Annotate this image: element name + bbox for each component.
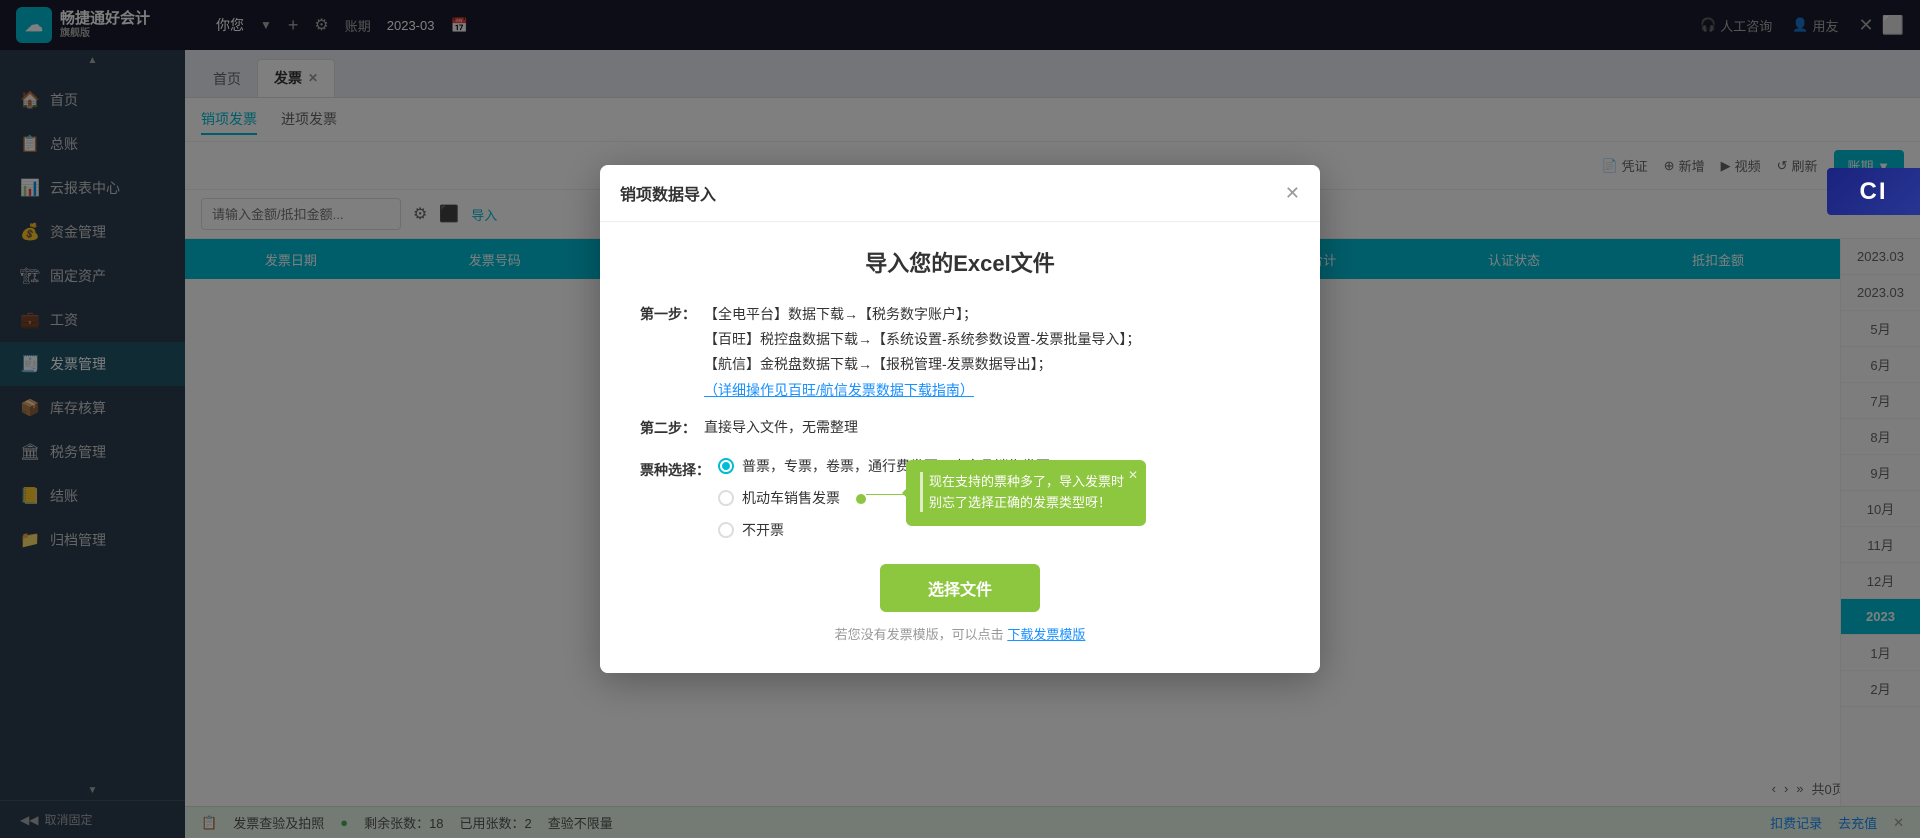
step1-label: 第一步： — [640, 302, 696, 324]
select-file-button[interactable]: 选择文件 — [880, 564, 1040, 612]
modal-title: 销项数据导入 — [620, 181, 716, 205]
step1-line1: 【全电平台】数据下载→【税务数字账户】； — [704, 302, 1140, 327]
radio-option-1[interactable]: 机动车销售发票 ✕ 现在支持的票种多了，导入发票时别忘了选择正确的发票类型呀！ — [718, 488, 1050, 508]
radio-circle-0 — [718, 458, 734, 474]
download-tip-prefix: 若您没有发票模版，可以点击 — [835, 627, 1004, 642]
step2-label: 第二步： — [640, 416, 696, 438]
modal-header: 销项数据导入 ✕ — [600, 165, 1320, 222]
radio-circle-2 — [718, 522, 734, 538]
download-template-link[interactable]: 下载发票模版 — [1007, 627, 1085, 642]
tooltip-bar-decoration — [920, 472, 923, 512]
step1-guide-link[interactable]: （详细操作见百旺/航信发票数据下载指南） — [704, 382, 974, 398]
step2-content: 直接导入文件，无需整理 — [704, 415, 858, 440]
step2-row: 第二步： 直接导入文件，无需整理 — [640, 415, 1280, 440]
ticket-label: 票种选择： — [640, 456, 710, 480]
download-tip: 若您没有发票模版，可以点击 下载发票模版 — [640, 624, 1280, 643]
ci-badge: CI — [1827, 168, 1920, 215]
ticket-select-row: 票种选择： 普票，专票，卷票，通行费发票，农产品销售发票 机动车销售发票 — [640, 456, 1280, 540]
radio-label-1: 机动车销售发票 — [742, 488, 840, 508]
step1-row: 第一步： 【全电平台】数据下载→【税务数字账户】； 【百旺】税控盘数据下载→【系… — [640, 302, 1280, 403]
tooltip-bubble: ✕ 现在支持的票种多了，导入发票时别忘了选择正确的发票类型呀！ — [906, 460, 1146, 526]
tooltip-dot-indicator — [856, 494, 866, 504]
modal-main-title: 导入您的Excel文件 — [640, 246, 1280, 278]
radio-circle-1 — [718, 490, 734, 506]
step1-line2: 【百旺】税控盘数据下载→【系统设置-系统参数设置-发票批量导入】； — [704, 327, 1140, 352]
modal-close-button[interactable]: ✕ — [1285, 183, 1300, 204]
tooltip-close-button[interactable]: ✕ — [1128, 466, 1138, 485]
tooltip-text: 现在支持的票种多了，导入发票时别忘了选择正确的发票类型呀！ — [929, 474, 1124, 510]
radio-label-2: 不开票 — [742, 520, 784, 540]
import-modal: 销项数据导入 ✕ 导入您的Excel文件 第一步： 【全电平台】数据下载→【税务… — [600, 165, 1320, 673]
modal-body: 导入您的Excel文件 第一步： 【全电平台】数据下载→【税务数字账户】； 【百… — [600, 222, 1320, 673]
step1-line3: 【航信】金税盘数据下载→【报税管理-发票数据导出】； — [704, 352, 1140, 377]
step1-content: 【全电平台】数据下载→【税务数字账户】； 【百旺】税控盘数据下载→【系统设置-系… — [704, 302, 1140, 403]
radio-group: 普票，专票，卷票，通行费发票，农产品销售发票 机动车销售发票 ✕ — [718, 456, 1050, 540]
